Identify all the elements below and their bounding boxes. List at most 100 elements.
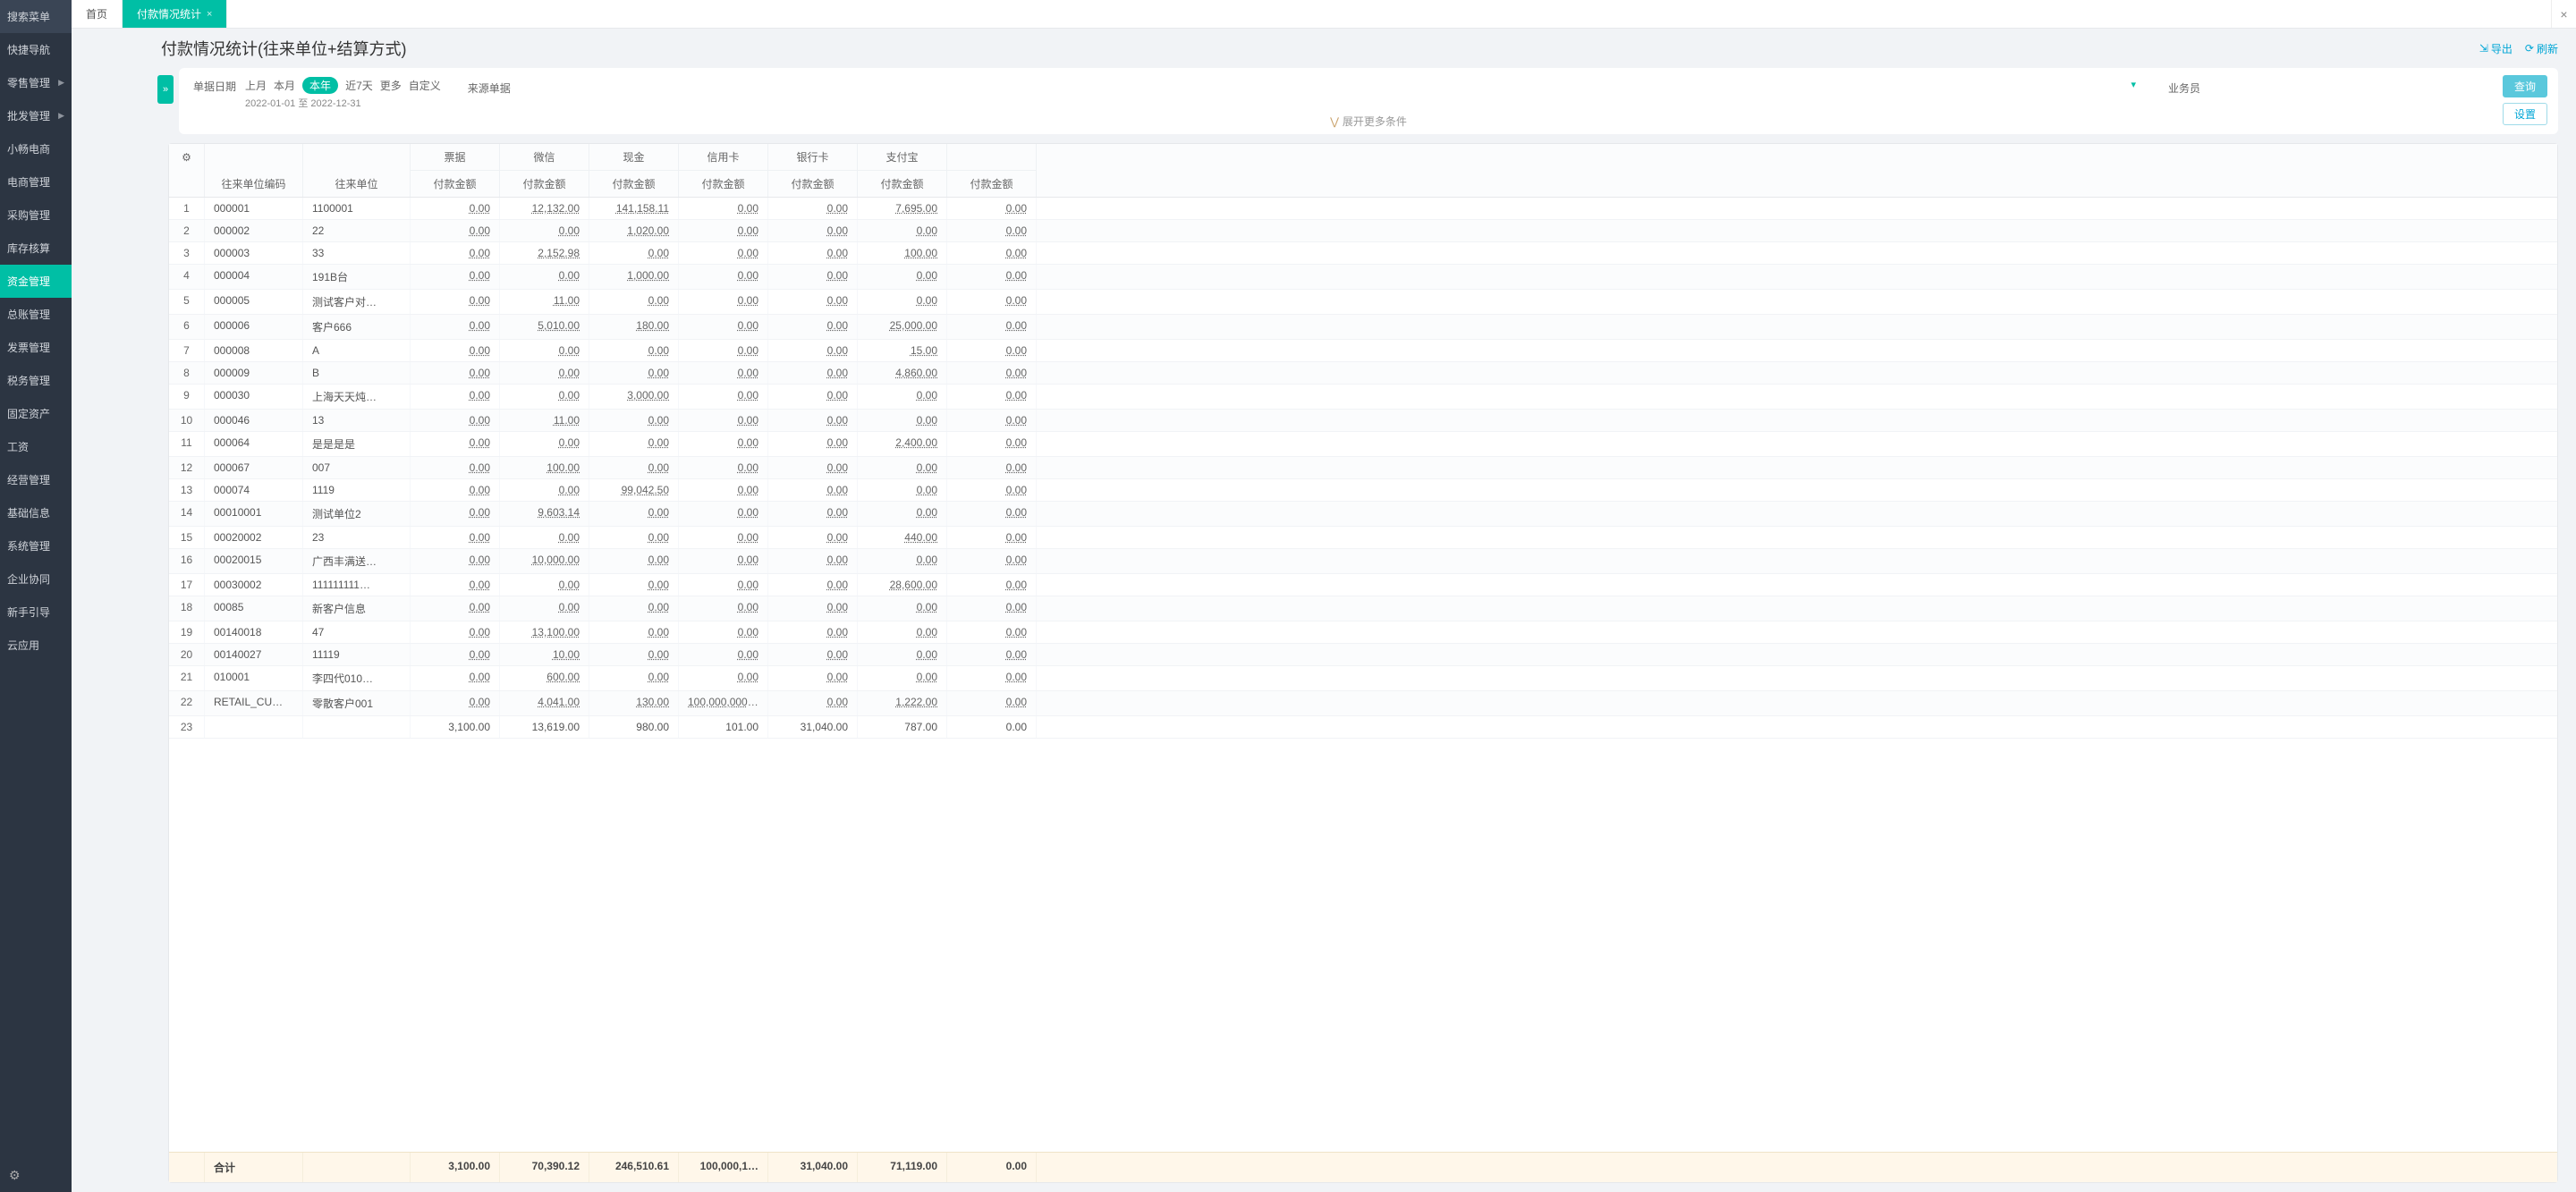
sales-select[interactable]: ⋯ (2211, 77, 2544, 97)
date-option-本年[interactable]: 本年 (302, 77, 338, 94)
column-header[interactable]: 往来单位 (303, 171, 411, 197)
table-row[interactable]: 2000140027111190.0010.000.000.000.000.00… (169, 644, 2557, 666)
sidebar-item-电商管理[interactable]: 电商管理 (0, 165, 72, 199)
amount-cell[interactable]: 100,000,000.00 (679, 691, 768, 715)
amount-cell[interactable]: 0.00 (768, 527, 858, 548)
amount-cell[interactable]: 0.00 (679, 666, 768, 690)
amount-cell[interactable]: 0.00 (947, 549, 1037, 573)
sidebar-item-资金管理[interactable]: 资金管理 (0, 265, 72, 298)
amount-cell[interactable]: 2,152.98 (500, 242, 589, 264)
table-row[interactable]: 1800085新客户信息0.000.000.000.000.000.000.00 (169, 596, 2557, 621)
amount-cell[interactable]: 0.00 (679, 410, 768, 431)
amount-cell[interactable]: 0.00 (500, 432, 589, 456)
amount-cell[interactable]: 0.00 (768, 621, 858, 643)
amount-cell[interactable]: 0.00 (500, 220, 589, 241)
amount-cell[interactable]: 0.00 (500, 385, 589, 409)
amount-cell[interactable]: 0.00 (679, 362, 768, 384)
amount-cell[interactable]: 0.00 (679, 198, 768, 219)
amount-cell[interactable]: 0.00 (768, 666, 858, 690)
amount-cell[interactable]: 0.00 (589, 290, 679, 314)
amount-cell[interactable]: 0.00 (947, 621, 1037, 643)
column-header[interactable] (169, 171, 205, 197)
amount-cell[interactable]: 0.00 (947, 644, 1037, 665)
sidebar-item-库存核算[interactable]: 库存核算 (0, 232, 72, 265)
sidebar-item-发票管理[interactable]: 发票管理 (0, 331, 72, 364)
amount-cell[interactable]: 0.00 (768, 198, 858, 219)
amount-cell[interactable]: 0.00 (768, 479, 858, 501)
amount-cell[interactable]: 0.00 (411, 340, 500, 361)
table-row[interactable]: 1600020015广西丰满送…0.0010,000.000.000.000.0… (169, 549, 2557, 574)
amount-cell[interactable]: 5,010.00 (500, 315, 589, 339)
table-row[interactable]: 21010001李四代010…0.00600.000.000.000.000.0… (169, 666, 2557, 691)
sidebar-item-经营管理[interactable]: 经营管理 (0, 463, 72, 496)
amount-cell[interactable]: 0.00 (947, 362, 1037, 384)
sidebar-item-快捷导航[interactable]: 快捷导航 (0, 33, 72, 66)
refresh-link[interactable]: ⟳刷新 (2525, 41, 2558, 56)
amount-cell[interactable]: 0.00 (858, 596, 947, 621)
amount-cell[interactable]: 0.00 (679, 457, 768, 478)
amount-cell[interactable]: 0.00 (679, 340, 768, 361)
amount-cell[interactable]: 0.00 (947, 479, 1037, 501)
amount-cell[interactable]: 0.00 (679, 290, 768, 314)
amount-cell[interactable]: 0.00 (411, 362, 500, 384)
amount-cell[interactable]: 0.00 (589, 432, 679, 456)
amount-cell[interactable]: 0.00 (768, 385, 858, 409)
amount-cell[interactable]: 0.00 (411, 198, 500, 219)
amount-cell[interactable]: 0.00 (947, 315, 1037, 339)
table-row[interactable]: 11000064是是是是0.000.000.000.000.002,400.00… (169, 432, 2557, 457)
amount-cell[interactable]: 0.00 (947, 242, 1037, 264)
amount-cell[interactable]: 0.00 (411, 527, 500, 548)
amount-cell[interactable]: 3,000.00 (589, 385, 679, 409)
amount-cell[interactable]: 0.00 (768, 340, 858, 361)
amount-cell[interactable]: 0.00 (589, 457, 679, 478)
amount-cell[interactable]: 4,860.00 (858, 362, 947, 384)
amount-cell[interactable]: 0.00 (411, 242, 500, 264)
amount-cell[interactable]: 0.00 (947, 596, 1037, 621)
amount-cell[interactable]: 0.00 (589, 527, 679, 548)
amount-cell[interactable]: 0.00 (500, 479, 589, 501)
amount-cell[interactable]: 0.00 (947, 198, 1037, 219)
sidebar-item-税务管理[interactable]: 税务管理 (0, 364, 72, 397)
table-body[interactable]: 100000111000010.0012,132.00141,158.110.0… (169, 198, 2557, 1152)
table-row[interactable]: 1400010001测试单位20.009,603.140.000.000.000… (169, 502, 2557, 527)
sidebar-item-固定资产[interactable]: 固定资产 (0, 397, 72, 430)
table-row[interactable]: 2000002220.000.001,020.000.000.000.000.0… (169, 220, 2557, 242)
amount-cell[interactable]: 0.00 (589, 596, 679, 621)
gear-icon[interactable]: ⚙ (182, 151, 191, 164)
amount-cell[interactable]: 0.00 (768, 574, 858, 596)
table-row[interactable]: 10000046130.0011.000.000.000.000.000.00 (169, 410, 2557, 432)
group-header[interactable]: ⚙ (169, 144, 205, 171)
amount-cell[interactable]: 0.00 (411, 666, 500, 690)
table-row[interactable]: 5000005测试客户对…0.0011.000.000.000.000.000.… (169, 290, 2557, 315)
amount-cell[interactable]: 0.00 (411, 502, 500, 526)
amount-cell[interactable]: 0.00 (679, 621, 768, 643)
amount-cell[interactable]: 0.00 (679, 527, 768, 548)
amount-cell[interactable]: 0.00 (411, 432, 500, 456)
amount-cell[interactable]: 0.00 (411, 220, 500, 241)
amount-cell[interactable]: 0.00 (679, 315, 768, 339)
amount-cell[interactable]: 9,603.14 (500, 502, 589, 526)
export-link[interactable]: ⇲导出 (2479, 41, 2512, 56)
amount-cell[interactable]: 0.00 (947, 666, 1037, 690)
table-row[interactable]: 8000009B0.000.000.000.000.004,860.000.00 (169, 362, 2557, 385)
tab-active[interactable]: 付款情况统计 × (123, 0, 227, 28)
amount-cell[interactable]: 0.00 (768, 457, 858, 478)
sidebar-item-系统管理[interactable]: 系统管理 (0, 529, 72, 562)
amount-cell[interactable]: 141,158.11 (589, 198, 679, 219)
amount-cell[interactable]: 0.00 (589, 362, 679, 384)
amount-cell[interactable]: 440.00 (858, 527, 947, 548)
amount-cell[interactable]: 0.00 (947, 385, 1037, 409)
amount-cell[interactable]: 0.00 (768, 315, 858, 339)
amount-cell[interactable]: 0.00 (589, 574, 679, 596)
amount-cell[interactable]: 13,100.00 (500, 621, 589, 643)
amount-cell[interactable]: 11.00 (500, 290, 589, 314)
sidebar-item-采购管理[interactable]: 采购管理 (0, 199, 72, 232)
amount-cell[interactable]: 0.00 (768, 410, 858, 431)
source-select[interactable]: ▾ (521, 77, 2141, 97)
amount-cell[interactable]: 0.00 (947, 220, 1037, 241)
sidebar-item-批发管理[interactable]: 批发管理▶ (0, 99, 72, 132)
column-header[interactable]: 付款金额 (947, 171, 1037, 197)
amount-cell[interactable]: 100.00 (500, 457, 589, 478)
query-button[interactable]: 查询 (2503, 75, 2547, 97)
amount-cell[interactable]: 0.00 (589, 549, 679, 573)
